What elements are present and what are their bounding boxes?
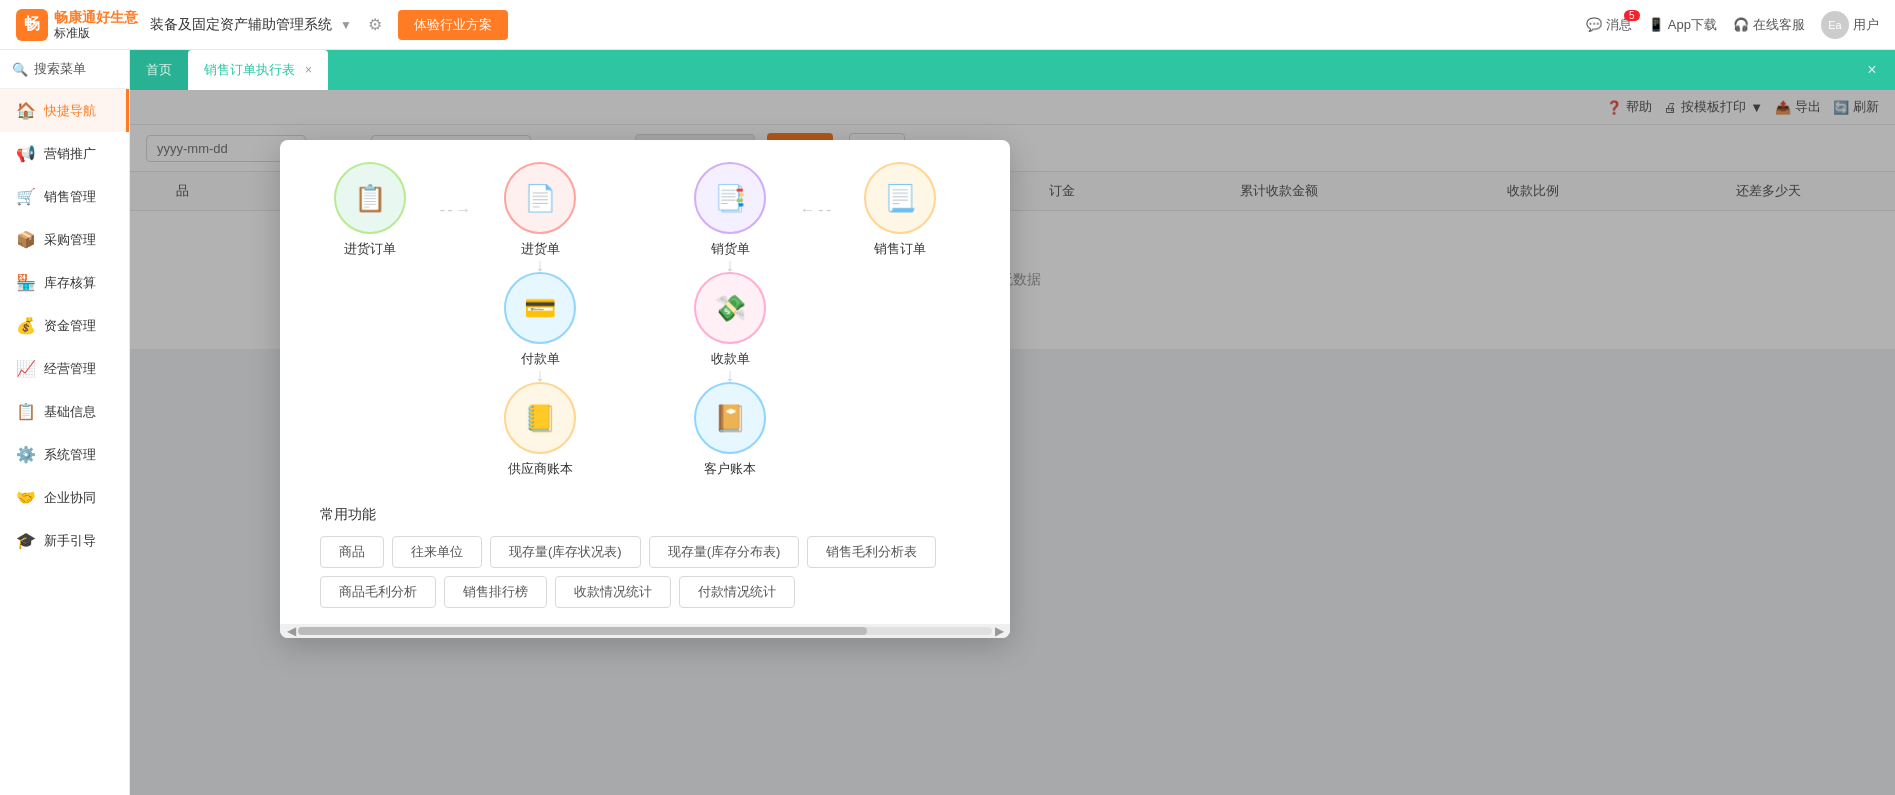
window-close-button[interactable]: × — [1857, 55, 1887, 85]
search-icon: 🔍 — [12, 62, 28, 77]
sales-bill-node[interactable]: 📑 销货单 — [694, 162, 766, 258]
online-service-button[interactable]: 🎧 在线客服 — [1733, 16, 1805, 34]
scrollbar-track[interactable] — [298, 627, 992, 635]
arrow-h1: - - → — [440, 174, 471, 246]
func-btn-product-gross[interactable]: 商品毛利分析 — [320, 576, 436, 608]
logo-icon: 畅 — [16, 9, 48, 41]
app-download-icon: 📱 — [1648, 17, 1664, 32]
purchase-order-node[interactable]: 📋 进货订单 — [334, 162, 406, 258]
system-icon: ⚙️ — [16, 445, 36, 464]
func-btn-counterparty[interactable]: 往来单位 — [392, 536, 482, 568]
top-right-area: 💬 消息 5 📱 App下载 🎧 在线客服 Ea 用户 — [1586, 11, 1879, 39]
common-func-title: 常用功能 — [320, 506, 970, 524]
dialog-scrollbar[interactable]: ◀ ▶ — [280, 624, 1010, 638]
tab-close-button[interactable]: × — [305, 63, 312, 77]
newbie-icon: 🎓 — [16, 531, 36, 550]
message-icon: 💬 — [1586, 17, 1602, 32]
operations-icon: 📈 — [16, 359, 36, 378]
app-download-button[interactable]: 📱 App下载 — [1648, 16, 1717, 34]
sidebar-item-finance[interactable]: 💰 资金管理 — [0, 304, 129, 347]
dialog-overlay[interactable]: 📋 进货订单 - - → 📄 进货单 📑 销货单 ← - - 📃 销售订单 ↓ … — [130, 90, 1895, 795]
quick-nav-icon: 🏠 — [16, 101, 36, 120]
marketing-icon: 📢 — [16, 144, 36, 163]
scrollbar-thumb[interactable] — [298, 627, 867, 635]
sidebar-item-basic-info[interactable]: 📋 基础信息 — [0, 390, 129, 433]
system-dropdown-arrow[interactable]: ▼ — [340, 18, 352, 32]
arrow-h2: ← - - — [800, 174, 831, 246]
sidebar-item-marketing[interactable]: 📢 营销推广 — [0, 132, 129, 175]
message-button[interactable]: 💬 消息 5 — [1586, 16, 1632, 34]
purchase-icon: 📦 — [16, 230, 36, 249]
customer-ledger-node[interactable]: 📔 客户账本 — [694, 382, 766, 478]
tab-sales-order-exec[interactable]: 销售订单执行表 × — [188, 50, 328, 90]
sales-icon: 🛒 — [16, 187, 36, 206]
supplier-ledger-node[interactable]: 📒 供应商账本 — [504, 382, 576, 478]
search-menu[interactable]: 🔍 搜索菜单 — [0, 50, 129, 89]
quick-nav-dialog: 📋 进货订单 - - → 📄 进货单 📑 销货单 ← - - 📃 销售订单 ↓ … — [280, 140, 1010, 638]
sales-order-node[interactable]: 📃 销售订单 — [864, 162, 936, 258]
logo-text: 畅康通好生意 标准版 — [54, 8, 138, 42]
scroll-right-arrow[interactable]: ▶ — [992, 624, 1006, 638]
func-btn-payment-stats[interactable]: 付款情况统计 — [679, 576, 795, 608]
payment-bill-node[interactable]: 💳 付款单 — [504, 272, 576, 368]
finance-icon: 💰 — [16, 316, 36, 335]
message-badge: 5 — [1624, 10, 1640, 21]
sidebar-item-operations[interactable]: 📈 经营管理 — [0, 347, 129, 390]
func-btn-receipt-stats[interactable]: 收款情况统计 — [555, 576, 671, 608]
sidebar-item-system[interactable]: ⚙️ 系统管理 — [0, 433, 129, 476]
func-buttons: 商品 往来单位 现存量(库存状况表) 现存量(库存分布表) 销售毛利分析表 商品… — [320, 536, 970, 608]
inventory-icon: 🏪 — [16, 273, 36, 292]
receipt-bill-node[interactable]: 💸 收款单 — [694, 272, 766, 368]
tab-home[interactable]: 首页 — [130, 50, 188, 90]
func-btn-sales-rank[interactable]: 销售排行榜 — [444, 576, 547, 608]
service-icon: 🎧 — [1733, 17, 1749, 32]
sidebar-item-quick-nav[interactable]: 🏠 快捷导航 — [0, 89, 129, 132]
func-btn-stock-status[interactable]: 现存量(库存状况表) — [490, 536, 641, 568]
enterprise-icon: 🤝 — [16, 488, 36, 507]
sidebar: 🔍 搜索菜单 🏠 快捷导航 📢 营销推广 🛒 销售管理 📦 采购管理 🏪 — [0, 50, 130, 795]
purchase-bill-node[interactable]: 📄 进货单 — [504, 162, 576, 258]
user-area[interactable]: Ea 用户 — [1821, 11, 1879, 39]
func-btn-product[interactable]: 商品 — [320, 536, 384, 568]
system-title: 装备及固定资产辅助管理系统 ▼ — [150, 16, 352, 34]
basic-info-icon: 📋 — [16, 402, 36, 421]
func-btn-stock-dist[interactable]: 现存量(库存分布表) — [649, 536, 800, 568]
func-btn-sales-gross[interactable]: 销售毛利分析表 — [807, 536, 936, 568]
gear-button[interactable]: ⚙ — [364, 11, 386, 38]
user-avatar: Ea — [1821, 11, 1849, 39]
main-content: ❓ 帮助 🖨 按模板打印 ▼ 📤 导出 🔄 — [130, 90, 1895, 795]
experience-button[interactable]: 体验行业方案 — [398, 10, 508, 40]
sidebar-item-sales[interactable]: 🛒 销售管理 — [0, 175, 129, 218]
scroll-left-arrow[interactable]: ◀ — [284, 624, 298, 638]
sidebar-item-enterprise[interactable]: 🤝 企业协同 — [0, 476, 129, 519]
sidebar-item-purchase[interactable]: 📦 采购管理 — [0, 218, 129, 261]
content-area: 首页 销售订单执行表 × × ❓ 帮助 — [130, 50, 1895, 795]
sidebar-item-inventory[interactable]: 🏪 库存核算 — [0, 261, 129, 304]
sidebar-item-newbie[interactable]: 🎓 新手引导 — [0, 519, 129, 562]
logo-area: 畅 畅康通好生意 标准版 — [16, 8, 138, 42]
tab-bar: 首页 销售订单执行表 × × — [130, 50, 1895, 90]
